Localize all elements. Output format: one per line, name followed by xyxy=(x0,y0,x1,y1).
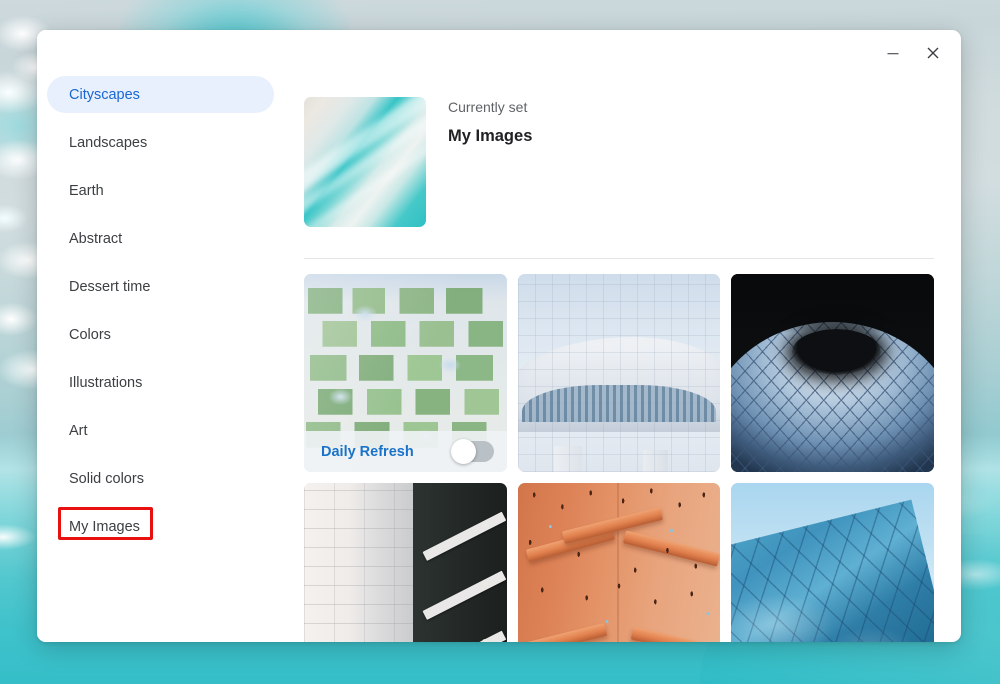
daily-refresh-toggle[interactable] xyxy=(450,439,494,464)
wallpaper-tile-orange-facade[interactable] xyxy=(517,483,721,642)
tile-image xyxy=(731,274,934,472)
tile-image xyxy=(304,483,507,642)
sidebar-item-label: Art xyxy=(69,422,88,439)
tile-image xyxy=(731,483,934,642)
wallpaper-tile-green-modular-facade[interactable]: Daily Refresh xyxy=(304,274,507,472)
close-button[interactable] xyxy=(913,34,953,72)
close-icon xyxy=(927,47,939,59)
minimize-button[interactable] xyxy=(873,34,913,72)
sidebar-item-illustrations[interactable]: Illustrations xyxy=(47,364,274,401)
window-titlebar xyxy=(37,30,961,76)
sidebar-item-label: Cityscapes xyxy=(69,86,140,103)
daily-refresh-label: Daily Refresh xyxy=(321,443,414,460)
sidebar-item-label: Colors xyxy=(69,326,111,343)
sidebar-item-label: Landscapes xyxy=(69,134,148,151)
sidebar-item-label: Abstract xyxy=(69,230,123,247)
sidebar-item-label: Dessert time xyxy=(69,278,151,295)
sidebar-item-earth[interactable]: Earth xyxy=(47,172,274,209)
minimize-icon xyxy=(887,53,899,55)
desktop-wallpaper: Cityscapes Landscapes Earth Abstract Des… xyxy=(0,0,1000,684)
tile-image xyxy=(517,483,721,642)
daily-refresh-bar: Daily Refresh xyxy=(304,431,507,472)
sidebar-item-art[interactable]: Art xyxy=(47,412,274,449)
currently-set-label: Currently set xyxy=(448,99,528,115)
current-wallpaper-name: My Images xyxy=(448,127,533,145)
current-wallpaper-meta: Currently set My Images xyxy=(448,97,532,146)
sidebar-item-label: Solid colors xyxy=(69,470,144,487)
sidebar-item-label: My Images xyxy=(69,518,140,535)
sidebar-item-label: Earth xyxy=(69,182,104,199)
dialog-body: Cityscapes Landscapes Earth Abstract Des… xyxy=(37,30,961,642)
wallpaper-tile-dark-glass-dome[interactable] xyxy=(731,274,934,472)
sidebar-item-colors[interactable]: Colors xyxy=(47,316,274,353)
wallpaper-tile-blue-faceted-glass[interactable] xyxy=(731,483,934,642)
sidebar-item-label: Illustrations xyxy=(69,374,143,391)
category-sidebar: Cityscapes Landscapes Earth Abstract Des… xyxy=(37,30,284,642)
toggle-knob xyxy=(450,439,476,464)
sidebar-item-my-images[interactable]: My Images xyxy=(47,508,274,545)
sidebar-item-dessert-time[interactable]: Dessert time xyxy=(47,268,274,305)
sidebar-item-abstract[interactable]: Abstract xyxy=(47,220,274,257)
wallpaper-content-pane: Currently set My Images Daily Refresh xyxy=(284,30,961,642)
wallpaper-grid: Daily Refresh xyxy=(304,259,934,642)
sidebar-item-solid-colors[interactable]: Solid colors xyxy=(47,460,274,497)
current-wallpaper-thumbnail[interactable] xyxy=(304,97,426,227)
wallpaper-tile-grey-wall-staircases[interactable] xyxy=(304,483,507,642)
wallpaper-picker-dialog: Cityscapes Landscapes Earth Abstract Des… xyxy=(37,30,961,642)
sidebar-item-landscapes[interactable]: Landscapes xyxy=(47,124,274,161)
tile-image xyxy=(517,274,721,472)
currently-set-row: Currently set My Images xyxy=(304,76,934,227)
wallpaper-tile-white-curved-building[interactable] xyxy=(517,274,721,472)
sidebar-item-cityscapes[interactable]: Cityscapes xyxy=(47,76,274,113)
